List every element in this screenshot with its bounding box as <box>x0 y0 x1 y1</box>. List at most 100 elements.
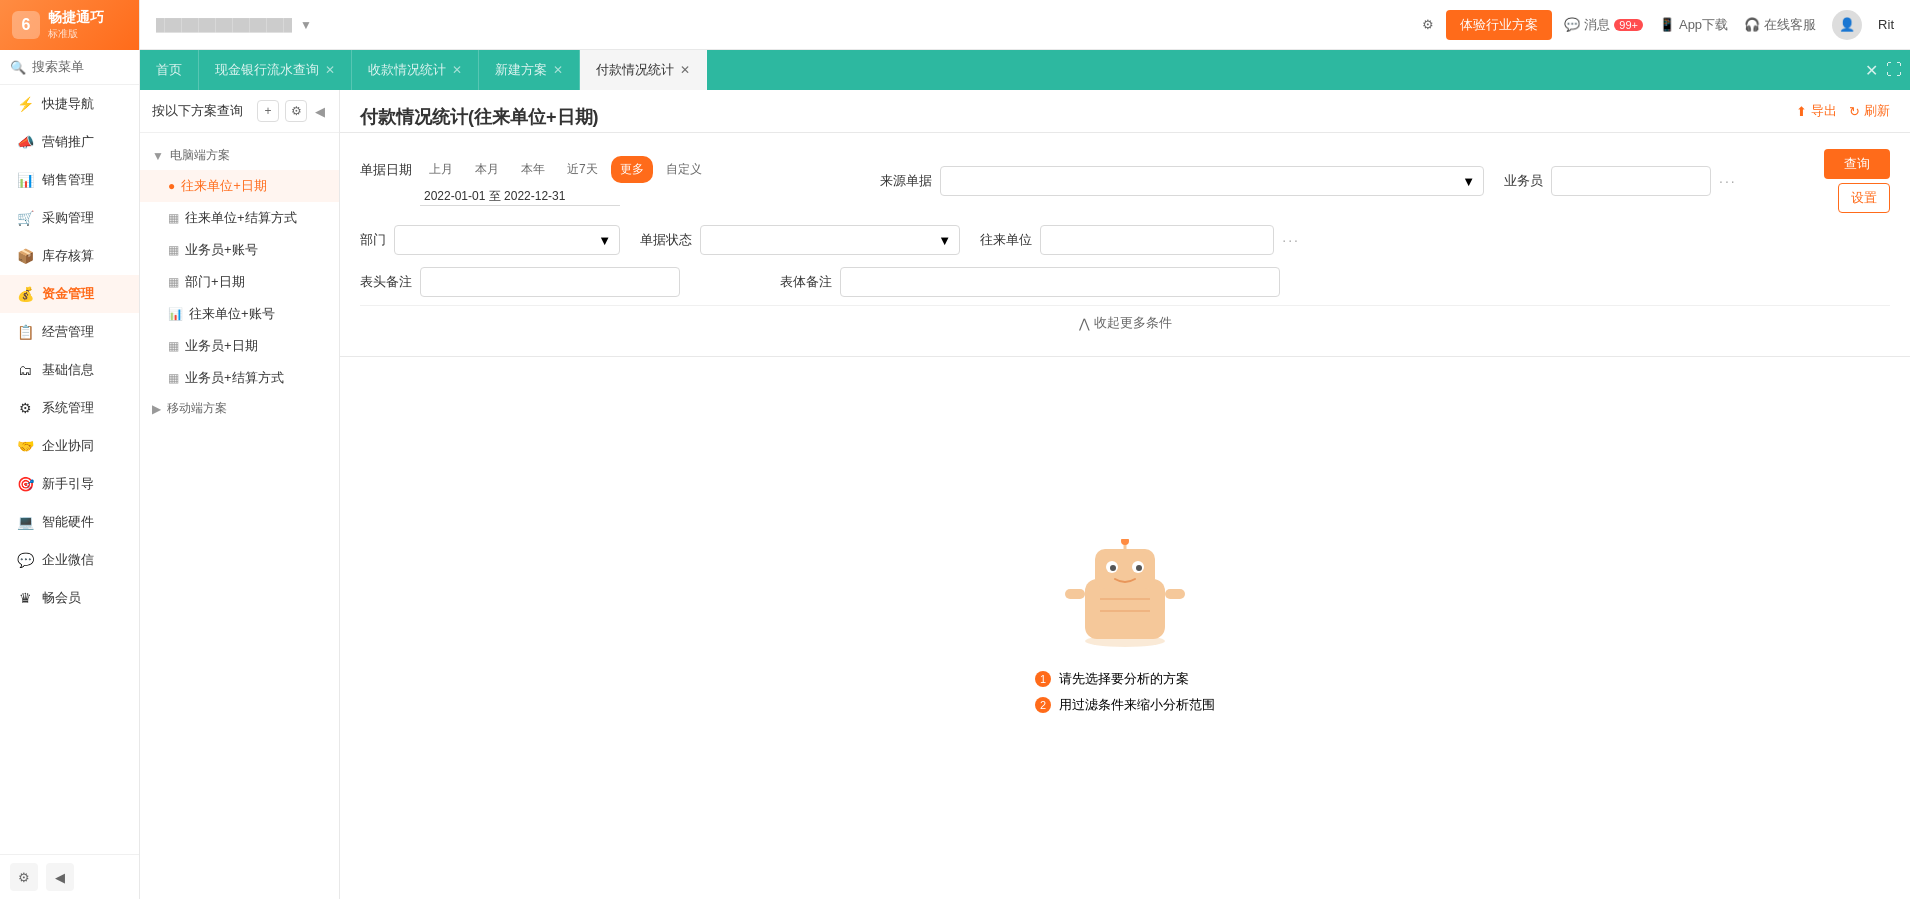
scheme-item-unit-date[interactable]: ● 往来单位+日期 <box>140 170 339 202</box>
finance-icon: 💰 <box>16 286 34 302</box>
page-title: 付款情况统计(往来单位+日期) <box>360 105 1796 129</box>
basic-info-icon: 🗂 <box>16 362 34 378</box>
tab-receipt-stat-close[interactable]: ✕ <box>452 63 462 77</box>
sidebar-item-system[interactable]: ⚙ 系统管理 <box>0 389 139 427</box>
empty-robot-svg <box>1055 539 1195 649</box>
export-btn[interactable]: ⬆ 导出 <box>1796 102 1837 120</box>
scheme-panel-collapse-btn[interactable]: ◀ <box>313 102 327 121</box>
date-btn-more[interactable]: 更多 <box>611 156 653 183</box>
header-note-label: 表头备注 <box>360 273 412 291</box>
scheme-tree: ▼ 电脑端方案 ● 往来单位+日期 ▦ 往来单位+结算方式 ▦ 业务员+账号 <box>140 133 339 899</box>
sidebar-item-guide[interactable]: 🎯 新手引导 <box>0 465 139 503</box>
logo-text: 畅捷通巧 <box>48 9 104 27</box>
scheme-item-staff-settlement[interactable]: ▦ 业务员+结算方式 <box>140 362 339 394</box>
sidebar: 6 畅捷通巧 标准版 🔍 搜索菜单 ⚡ 快捷导航 📣 营销推广 📊 销售管理 🛒… <box>0 0 140 899</box>
logo: 6 畅捷通巧 标准版 <box>0 0 139 50</box>
refresh-btn[interactable]: ↻ 刷新 <box>1849 102 1890 120</box>
hardware-icon: 💻 <box>16 514 34 530</box>
source-select[interactable]: ▼ <box>940 166 1484 196</box>
topbar-settings-btn[interactable]: ⚙ <box>1422 17 1434 32</box>
query-btn[interactable]: 查询 <box>1824 149 1890 179</box>
tab-bank-flow[interactable]: 现金银行流水查询 ✕ <box>199 50 352 90</box>
enterprise-icon: 🤝 <box>16 438 34 454</box>
sidebar-item-sales[interactable]: 📊 销售管理 <box>0 161 139 199</box>
marketing-icon: 📣 <box>16 134 34 150</box>
date-btn-this-month[interactable]: 本月 <box>466 156 508 183</box>
member-icon: ♛ <box>16 590 34 606</box>
scheme-item-staff-account[interactable]: ▦ 业务员+账号 <box>140 234 339 266</box>
sidebar-item-basic-info[interactable]: 🗂 基础信息 <box>0 351 139 389</box>
scheme-item-staff-account-icon: ▦ <box>168 243 179 257</box>
sidebar-item-purchase[interactable]: 🛒 采购管理 <box>0 199 139 237</box>
tab-payment-stat[interactable]: 付款情况统计 ✕ <box>580 50 707 90</box>
tab-payment-stat-close[interactable]: ✕ <box>680 63 690 77</box>
sidebar-item-enterprise[interactable]: 🤝 企业协同 <box>0 427 139 465</box>
date-btn-this-year[interactable]: 本年 <box>512 156 554 183</box>
window-close-btn[interactable]: ✕ <box>1865 61 1878 80</box>
date-btn-7days[interactable]: 近7天 <box>558 156 607 183</box>
body-note-input[interactable] <box>840 267 1280 297</box>
trial-btn[interactable]: 体验行业方案 <box>1446 10 1552 40</box>
related-unit-label: 往来单位 <box>980 231 1032 249</box>
sidebar-footer: ⚙ ◀ <box>0 854 139 899</box>
mobile-icon: 📱 <box>1659 17 1675 32</box>
tab-receipt-stat[interactable]: 收款情况统计 ✕ <box>352 50 479 90</box>
date-btn-custom[interactable]: 自定义 <box>657 156 711 183</box>
collapse-more-btn[interactable]: ⋀ 收起更多条件 <box>360 305 1890 340</box>
date-btn-last-month[interactable]: 上月 <box>420 156 462 183</box>
scheme-add-btn[interactable]: + <box>257 100 279 122</box>
main-area: ████████████████ ▼ ⚙ 体验行业方案 💬 消息 99+ 📱 A… <box>140 0 1910 899</box>
tab-new-scheme[interactable]: 新建方案 ✕ <box>479 50 580 90</box>
content-area: 按以下方案查询 + ⚙ ◀ ▼ 电脑端方案 ● 往来单位+日期 ▦ <box>140 90 1910 899</box>
sidebar-collapse-btn[interactable]: ◀ <box>46 863 74 891</box>
scheme-item-staff-date[interactable]: ▦ 业务员+日期 <box>140 330 339 362</box>
header-note-input[interactable] <box>420 267 680 297</box>
topbar: ████████████████ ▼ ⚙ 体验行业方案 💬 消息 99+ 📱 A… <box>140 0 1910 50</box>
sidebar-nav: ⚡ 快捷导航 📣 营销推广 📊 销售管理 🛒 采购管理 📦 库存核算 💰 资金管… <box>0 85 139 854</box>
scheme-item-dept-date[interactable]: ▦ 部门+日期 <box>140 266 339 298</box>
online-service-btn[interactable]: 🎧 在线客服 <box>1744 16 1816 34</box>
related-unit-field: 往来单位 ··· <box>980 225 1300 255</box>
tab-bank-flow-close[interactable]: ✕ <box>325 63 335 77</box>
mobile-group-header[interactable]: ▶ 移动端方案 <box>140 394 339 423</box>
sidebar-item-operation[interactable]: 📋 经营管理 <box>0 313 139 351</box>
dept-select[interactable]: ▼ <box>394 225 620 255</box>
sidebar-settings-btn[interactable]: ⚙ <box>10 863 38 891</box>
online-service-label: 在线客服 <box>1764 16 1816 34</box>
date-range-input[interactable]: 2022-01-01 至 2022-12-31 <box>420 187 620 206</box>
sidebar-item-member[interactable]: ♛ 畅会员 <box>0 579 139 617</box>
staff-dots-menu[interactable]: ··· <box>1719 173 1737 189</box>
sidebar-item-hardware[interactable]: 💻 智能硬件 <box>0 503 139 541</box>
scheme-item-unit-settlement[interactable]: ▦ 往来单位+结算方式 <box>140 202 339 234</box>
message-btn[interactable]: 💬 消息 99+ <box>1564 16 1643 34</box>
sidebar-item-quick-nav[interactable]: ⚡ 快捷导航 <box>0 85 139 123</box>
filter-settings-btn[interactable]: 设置 <box>1838 183 1890 213</box>
scheme-settings-btn[interactable]: ⚙ <box>285 100 307 122</box>
tab-new-scheme-close[interactable]: ✕ <box>553 63 563 77</box>
voucher-status-dropdown-icon: ▼ <box>938 233 951 248</box>
app-download-btn[interactable]: 📱 App下载 <box>1659 16 1728 34</box>
related-unit-dots-menu[interactable]: ··· <box>1282 232 1300 248</box>
desktop-group-header[interactable]: ▼ 电脑端方案 <box>140 141 339 170</box>
user-avatar[interactable]: 👤 <box>1832 10 1862 40</box>
empty-tip-2: 2 用过滤条件来缩小分析范围 <box>1035 696 1215 714</box>
voucher-status-select[interactable]: ▼ <box>700 225 960 255</box>
related-unit-input[interactable] <box>1040 225 1274 255</box>
addr-dropdown-icon[interactable]: ▼ <box>300 18 312 32</box>
sidebar-item-wechat[interactable]: 💬 企业微信 <box>0 541 139 579</box>
sidebar-item-marketing[interactable]: 📣 营销推广 <box>0 123 139 161</box>
sidebar-item-finance[interactable]: 💰 资金管理 <box>0 275 139 313</box>
empty-state-tips: 1 请先选择要分析的方案 2 用过滤条件来缩小分析范围 <box>1035 670 1215 722</box>
quick-nav-icon: ⚡ <box>16 96 34 112</box>
staff-input[interactable] <box>1551 166 1711 196</box>
topbar-actions: 💬 消息 99+ 📱 App下载 🎧 在线客服 👤 Rit <box>1564 10 1894 40</box>
tab-home[interactable]: 首页 <box>140 50 199 90</box>
username[interactable]: Rit <box>1878 17 1894 32</box>
filter-action-col: 查询 设置 <box>1824 149 1890 213</box>
search-menu[interactable]: 🔍 搜索菜单 <box>0 50 139 85</box>
scheme-item-unit-account[interactable]: 📊 往来单位+账号 <box>140 298 339 330</box>
scheme-item-unit-date-icon: ● <box>168 179 175 193</box>
window-expand-btn[interactable]: ⛶ <box>1886 61 1902 79</box>
tabs-bar: 首页 现金银行流水查询 ✕ 收款情况统计 ✕ 新建方案 ✕ 付款情况统计 ✕ ✕… <box>140 50 1910 90</box>
sidebar-item-inventory[interactable]: 📦 库存核算 <box>0 237 139 275</box>
